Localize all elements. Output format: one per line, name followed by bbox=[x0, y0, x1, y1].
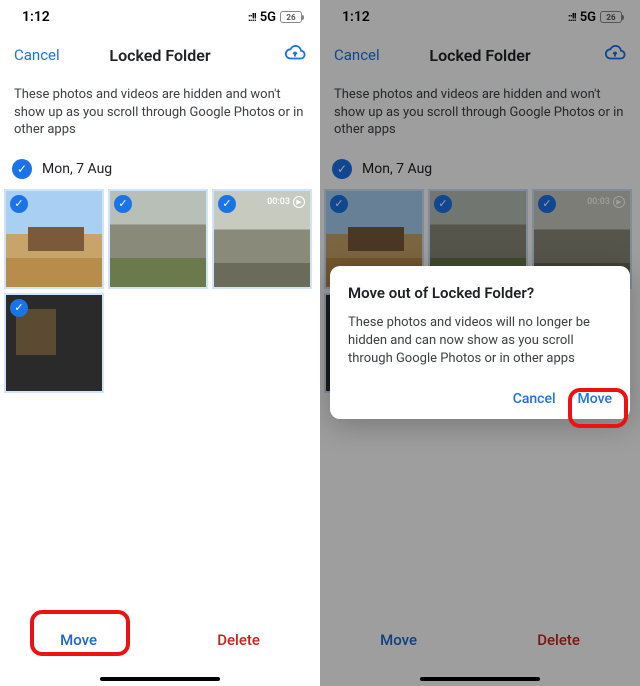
status-right: ::!! 5G 26 bbox=[568, 10, 622, 25]
screen-right: 1:12 ::!! 5G 26 Cancel Locked Folder The… bbox=[320, 0, 640, 686]
date-label: Mon, 7 Aug bbox=[42, 161, 112, 177]
check-icon: ✓ bbox=[10, 195, 28, 213]
dialog-body: These photos and videos will no longer b… bbox=[348, 314, 612, 369]
cloud-upload-icon[interactable] bbox=[604, 42, 626, 68]
cloud-upload-icon[interactable] bbox=[284, 42, 306, 68]
delete-button[interactable]: Delete bbox=[217, 631, 260, 649]
battery-icon: 26 bbox=[600, 11, 622, 23]
photo-grid: ✓ ✓ ✓ 00:03▶ ✓ bbox=[0, 189, 320, 393]
check-icon: ✓ bbox=[218, 195, 236, 213]
video-duration-badge: 00:03▶ bbox=[587, 196, 625, 208]
header: Cancel Locked Folder bbox=[0, 34, 320, 76]
dialog-title: Move out of Locked Folder? bbox=[348, 284, 612, 302]
status-bar: 1:12 ::!! 5G 26 bbox=[320, 0, 640, 34]
cancel-button[interactable]: Cancel bbox=[334, 46, 380, 64]
bottom-bar: Move Delete bbox=[320, 608, 640, 686]
move-dialog: Move out of Locked Folder? These photos … bbox=[330, 266, 630, 419]
check-icon: ✓ bbox=[330, 195, 348, 213]
check-icon: ✓ bbox=[538, 195, 556, 213]
photo-thumb[interactable]: ✓ bbox=[108, 189, 208, 289]
delete-button[interactable]: Delete bbox=[537, 631, 580, 649]
date-row[interactable]: ✓ Mon, 7 Aug bbox=[320, 153, 640, 189]
move-button[interactable]: Move bbox=[380, 631, 417, 649]
network-label: 5G bbox=[260, 10, 276, 25]
home-indicator[interactable] bbox=[420, 677, 540, 681]
status-time: 1:12 bbox=[342, 9, 370, 25]
description-text: These photos and videos are hidden and w… bbox=[0, 76, 320, 153]
video-duration-badge: 00:03▶ bbox=[267, 196, 305, 208]
bottom-bar: Move Delete bbox=[0, 608, 320, 686]
cancel-button[interactable]: Cancel bbox=[14, 46, 60, 64]
photo-thumb[interactable]: ✓ bbox=[4, 189, 104, 289]
status-time: 1:12 bbox=[22, 9, 50, 25]
dialog-actions: Cancel Move bbox=[348, 391, 612, 407]
date-label: Mon, 7 Aug bbox=[362, 161, 432, 177]
home-indicator[interactable] bbox=[100, 677, 220, 681]
header: Cancel Locked Folder bbox=[320, 34, 640, 76]
status-right: ::!! 5G 26 bbox=[248, 10, 302, 25]
move-button[interactable]: Move bbox=[60, 631, 97, 649]
network-label: 5G bbox=[580, 10, 596, 25]
check-icon: ✓ bbox=[12, 159, 32, 179]
check-icon: ✓ bbox=[434, 195, 452, 213]
photo-thumb[interactable]: ✓ bbox=[4, 293, 104, 393]
battery-icon: 26 bbox=[280, 11, 302, 23]
date-row[interactable]: ✓ Mon, 7 Aug bbox=[0, 153, 320, 189]
description-text: These photos and videos are hidden and w… bbox=[320, 76, 640, 153]
screen-left: 1:12 ::!! 5G 26 Cancel Locked Folder The… bbox=[0, 0, 320, 686]
status-bar: 1:12 ::!! 5G 26 bbox=[0, 0, 320, 34]
play-icon: ▶ bbox=[613, 196, 625, 208]
signal-icon: ::!! bbox=[568, 11, 576, 24]
check-icon: ✓ bbox=[10, 299, 28, 317]
video-thumb[interactable]: ✓ 00:03▶ bbox=[212, 189, 312, 289]
dialog-cancel-button[interactable]: Cancel bbox=[513, 391, 556, 407]
check-icon: ✓ bbox=[114, 195, 132, 213]
signal-icon: ::!! bbox=[248, 11, 256, 24]
dialog-move-button[interactable]: Move bbox=[578, 391, 612, 407]
check-icon: ✓ bbox=[332, 159, 352, 179]
play-icon: ▶ bbox=[293, 196, 305, 208]
